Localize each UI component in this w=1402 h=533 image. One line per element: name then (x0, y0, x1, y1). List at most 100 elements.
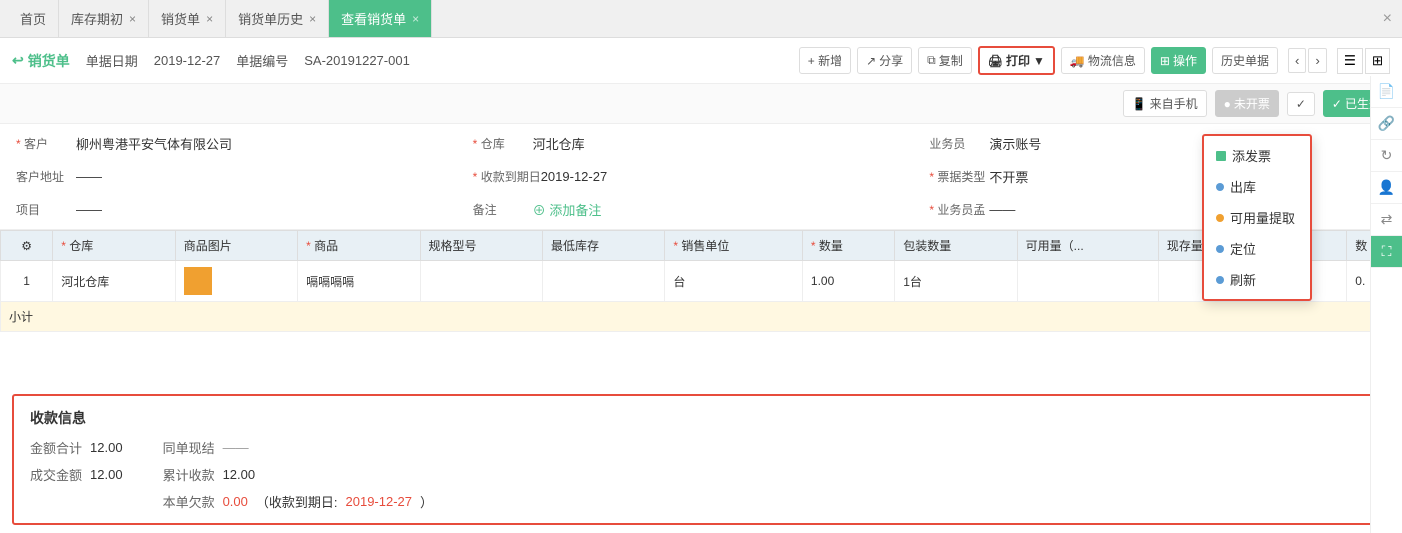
salesperson-value[interactable]: —— (989, 202, 1015, 217)
add-invoice-icon (1216, 151, 1226, 161)
project-value[interactable]: —— (76, 202, 102, 217)
logistics-button[interactable]: 🚚 物流信息 (1061, 47, 1145, 74)
row-available[interactable] (1017, 261, 1158, 302)
project-label: 项目 (16, 201, 76, 218)
tab-inventory-init[interactable]: 库存期初 × (59, 0, 149, 37)
tab-sales-history[interactable]: 销货单历史 × (226, 0, 329, 37)
confirm-button[interactable]: ✓ (1287, 92, 1315, 116)
table-section: ⚙ 仓库 商品图片 商品 规格型号 最低库存 销售单位 数量 包装数量 可用量（… (0, 230, 1402, 386)
sidebar-exchange-icon[interactable]: ⇄ (1371, 204, 1402, 236)
doc-title-text: 销货单 (28, 51, 70, 71)
sidebar-expand-icon[interactable]: ⛶ (1371, 236, 1402, 268)
ticket-type-label: 票据类型 (929, 168, 989, 185)
cumulative-item: 累计收款 12.00 (163, 465, 433, 484)
row-spec[interactable] (420, 261, 542, 302)
tab-view-sales-label: 查看销货单 (341, 9, 406, 28)
th-available: 可用量（... (1017, 231, 1158, 261)
not-open-button[interactable]: ● 未开票 (1215, 90, 1279, 117)
row-product[interactable]: 嗝嗝嗝嗝 (298, 261, 420, 302)
form-row-1: 客户 柳州粤港平安气体有限公司 仓库 河北仓库 业务员 演示账号 (16, 134, 1386, 153)
payment-col-right: 同单现结 —— 累计收款 12.00 本单欠款 0.00 （收款到期日: 201… (163, 438, 433, 511)
tab-view-sales-close[interactable]: × (412, 12, 419, 26)
share-button[interactable]: ↗ 分享 (857, 47, 912, 74)
due-date-label: 收款到期日 (473, 168, 541, 185)
print-button[interactable]: 🖨 打印 ▼ (978, 46, 1055, 75)
transaction-label: 成交金额 (30, 465, 82, 484)
due-date-note: （收款到期日: (256, 492, 338, 511)
data-table: ⚙ 仓库 商品图片 商品 规格型号 最低库存 销售单位 数量 包装数量 可用量（… (0, 230, 1402, 332)
ticket-type-value[interactable]: 不开票 (989, 167, 1028, 186)
outbound-dot (1216, 183, 1224, 191)
warehouse-value[interactable]: 河北仓库 (533, 134, 585, 153)
copy-button[interactable]: ⧉ 复制 (918, 47, 972, 74)
row-pack-qty[interactable]: 1台 (895, 261, 1017, 302)
th-settings[interactable]: ⚙ (1, 231, 53, 261)
th-min-stock: 最低库存 (542, 231, 664, 261)
doc-number-label: 单据编号 (236, 51, 288, 70)
next-button[interactable]: › (1308, 48, 1326, 73)
row-img (175, 261, 297, 302)
payment-col-left: 金额合计 12.00 成交金额 12.00 (30, 438, 123, 511)
remark-field: 备注 ⊕ 添加备注 (473, 200, 930, 219)
salesperson-label: 业务员孟 (929, 201, 989, 218)
tab-sales-history-close[interactable]: × (309, 12, 316, 26)
sidebar-link-icon[interactable]: 🔗 (1371, 108, 1402, 140)
tab-bar: 首页 库存期初 × 销货单 × 销货单历史 × 查看销货单 × × (0, 0, 1402, 38)
operation-dropdown: 添发票 出库 可用量提取 定位 刷新 (1202, 134, 1312, 301)
address-value[interactable]: —— (76, 169, 102, 184)
outbound-item[interactable]: 出库 (1204, 171, 1310, 202)
th-qty: 数量 (802, 231, 894, 261)
doc-title: ↩ 销货单 (12, 51, 70, 71)
tab-sales-order-close[interactable]: × (206, 12, 213, 26)
tab-view-sales[interactable]: 查看销货单 × (329, 0, 432, 37)
doc-header: ↩ 销货单 单据日期 2019-12-27 单据编号 SA-20191227-0… (0, 38, 1402, 84)
refresh-dot (1216, 276, 1224, 284)
payment-info-rows: 金额合计 12.00 成交金额 12.00 同单现结 —— 累计收款 (30, 438, 1372, 511)
form-row-2: 客户地址 —— 收款到期日 2019-12-27 票据类型 不开票 (16, 167, 1386, 186)
row-warehouse[interactable]: 河北仓库 (53, 261, 175, 302)
payment-info-title: 收款信息 (30, 408, 1372, 428)
sidebar-refresh-icon[interactable]: ↻ (1371, 140, 1402, 172)
tab-home-label: 首页 (20, 9, 46, 28)
customer-value[interactable]: 柳州粤港平安气体有限公司 (76, 134, 232, 153)
refresh-item[interactable]: 刷新 (1204, 264, 1310, 295)
history-button[interactable]: 历史单据 (1212, 47, 1278, 74)
th-pack-qty: 包装数量 (895, 231, 1017, 261)
table-row: 1 河北仓库 嗝嗝嗝嗝 台 1.00 1台 12.00 (1, 261, 1402, 302)
from-phone-label: 来自手机 (1150, 95, 1198, 112)
add-remark-label: 添加备注 (549, 203, 601, 218)
window-close-button[interactable]: × (1383, 10, 1392, 28)
add-invoice-item[interactable]: 添发票 (1204, 140, 1310, 171)
available-qty-item[interactable]: 可用量提取 (1204, 202, 1310, 233)
new-button[interactable]: + 新增 (799, 47, 851, 74)
prev-button[interactable]: ‹ (1288, 48, 1306, 73)
print-dropdown-arrow[interactable]: ▼ (1033, 54, 1045, 68)
tab-sales-order[interactable]: 销货单 × (149, 0, 226, 37)
amount-total-value: 12.00 (90, 440, 123, 455)
tab-inventory-init-close[interactable]: × (129, 12, 136, 26)
same-bill-label: 同单现结 (163, 438, 215, 457)
doc-date-value: 2019-12-27 (154, 53, 221, 68)
from-phone-button[interactable]: 📱 来自手机 (1123, 90, 1207, 117)
add-invoice-label: 添发票 (1232, 146, 1271, 165)
row-qty[interactable]: 1.00 (802, 261, 894, 302)
sidebar-person-icon[interactable]: 👤 (1371, 172, 1402, 204)
due-date-value[interactable]: 2019-12-27 (541, 169, 608, 184)
list-view-button[interactable]: ☰ (1337, 48, 1363, 74)
operation-button[interactable]: ⊞ 操作 (1151, 47, 1206, 74)
locate-item[interactable]: 定位 (1204, 233, 1310, 264)
address-label: 客户地址 (16, 168, 76, 185)
th-spec: 规格型号 (420, 231, 542, 261)
phone-icon: 📱 (1132, 97, 1147, 111)
grid-view-button[interactable]: ⊞ (1365, 48, 1390, 74)
employee-value: 演示账号 (989, 134, 1041, 153)
row-min-stock[interactable] (542, 261, 664, 302)
copy-icon: ⧉ (927, 53, 936, 68)
tab-home[interactable]: 首页 (8, 0, 59, 37)
add-remark-button[interactable]: ⊕ 添加备注 (533, 200, 602, 219)
amount-total-item: 金额合计 12.00 (30, 438, 123, 457)
sidebar-doc-icon[interactable]: 📄 (1371, 76, 1402, 108)
payment-info-box: 收款信息 金额合计 12.00 成交金额 12.00 同单现结 —— (12, 394, 1390, 525)
same-bill-value: —— (223, 440, 249, 455)
row-unit[interactable]: 台 (665, 261, 803, 302)
